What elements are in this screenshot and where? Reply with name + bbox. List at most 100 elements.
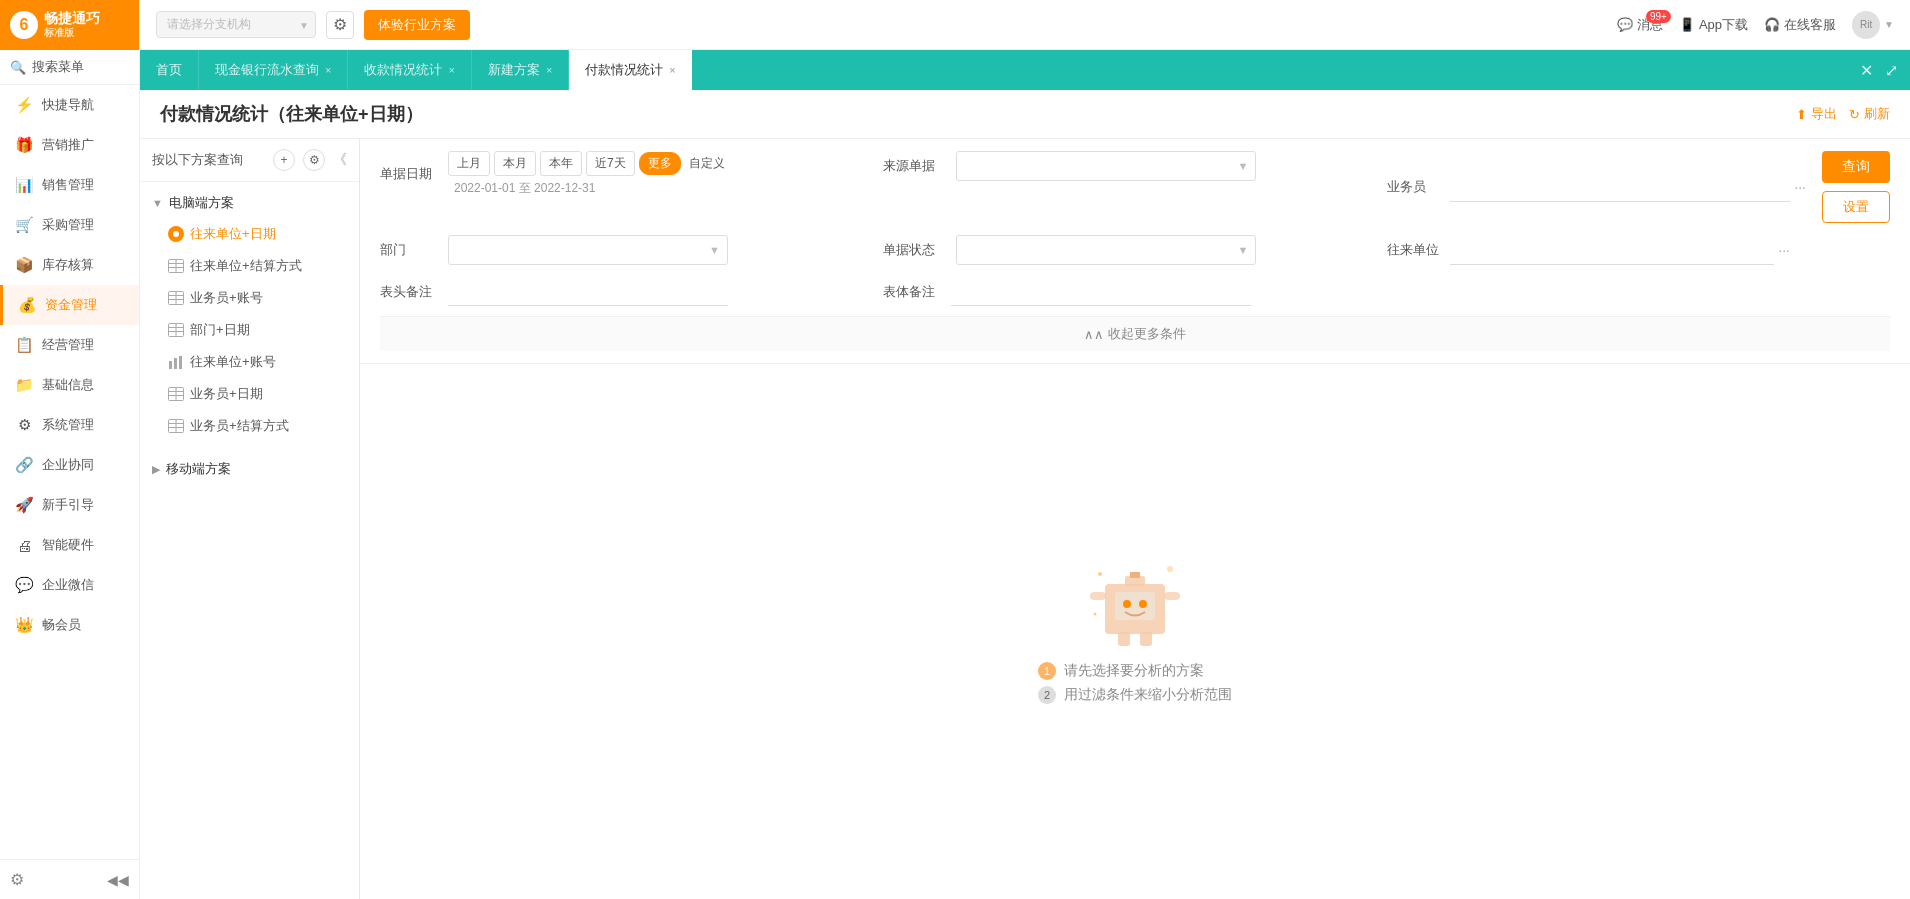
scheme-staff-date[interactable]: 业务员+日期	[140, 378, 359, 410]
date-btn-this-month[interactable]: 本月	[494, 151, 536, 176]
page-actions: ⬆ 导出 ↻ 刷新	[1796, 105, 1890, 123]
branch-selector[interactable]: 请选择分支机构 ▼	[156, 11, 316, 38]
date-btn-7days[interactable]: 近7天	[586, 151, 635, 176]
date-btn-last-month[interactable]: 上月	[448, 151, 490, 176]
setting-button[interactable]: 设置	[1822, 191, 1890, 223]
body-note-input[interactable]	[951, 284, 1251, 299]
empty-hints: 1 请先选择要分析的方案 2 用过滤条件来缩小分析范围	[1038, 662, 1232, 710]
sidebar-item-system[interactable]: ⚙ 系统管理	[0, 405, 139, 445]
staff-more-btn[interactable]: ···	[1794, 179, 1806, 195]
collapse-sidebar-icon[interactable]: ◀◀	[107, 872, 129, 888]
tab-home[interactable]: 首页	[140, 50, 199, 90]
tab-close-receipt[interactable]: ×	[448, 64, 454, 76]
refresh-label: 刷新	[1864, 105, 1890, 123]
app-download-button[interactable]: 📱 App下载	[1679, 16, 1748, 34]
tab-payment-stats[interactable]: 付款情况统计 ×	[569, 50, 691, 90]
sidebar-item-sales[interactable]: 📊 销售管理	[0, 165, 139, 205]
tab-cashflow[interactable]: 现金银行流水查询 ×	[199, 50, 348, 90]
sidebar-item-marketing[interactable]: 🎁 营销推广	[0, 125, 139, 165]
staff-label: 业务员	[1387, 178, 1442, 196]
quick-nav-icon: ⚡	[14, 95, 34, 115]
vip-icon: 👑	[14, 615, 34, 635]
refresh-button[interactable]: ↻ 刷新	[1849, 105, 1890, 123]
purchase-icon: 🛒	[14, 215, 34, 235]
sales-icon: 📊	[14, 175, 34, 195]
scheme-label: 业务员+结算方式	[190, 417, 289, 435]
collapse-more-button[interactable]: ∧∧ 收起更多条件	[380, 316, 1890, 351]
sidebar-logo: 6 畅捷通巧 标准版	[0, 0, 139, 50]
sidebar-item-purchase[interactable]: 🛒 采购管理	[0, 205, 139, 245]
page-title: 付款情况统计（往来单位+日期）	[160, 102, 423, 126]
online-service-label: 在线客服	[1784, 16, 1836, 34]
sidebar-nav: ⚡ 快捷导航 🎁 营销推广 📊 销售管理 🛒 采购管理 📦 库存核算 💰 资金管…	[0, 85, 139, 859]
trial-button[interactable]: 体验行业方案	[364, 10, 470, 40]
collapse-panel-button[interactable]: 《	[333, 151, 347, 169]
scheme-staff-account[interactable]: 业务员+账号	[140, 282, 359, 314]
svg-point-0	[173, 231, 179, 237]
user-menu[interactable]: Rit ▼	[1852, 11, 1894, 39]
scheme-table4-icon	[168, 386, 184, 402]
query-button[interactable]: 查询	[1822, 151, 1890, 183]
sidebar-item-inventory[interactable]: 📦 库存核算	[0, 245, 139, 285]
scheme-dept-date[interactable]: 部门+日期	[140, 314, 359, 346]
tab-close-new-scheme[interactable]: ×	[546, 64, 552, 76]
export-button[interactable]: ⬆ 导出	[1796, 105, 1837, 123]
desktop-group-toggle[interactable]: ▼ 电脑端方案	[140, 188, 359, 218]
service-icon: 🎧	[1764, 17, 1780, 32]
settings-button[interactable]: ⚙	[326, 11, 354, 39]
svg-point-35	[1167, 566, 1173, 572]
scheme-unit-account[interactable]: 往来单位+账号	[140, 346, 359, 378]
svg-rect-29	[1130, 572, 1140, 578]
enterprise-icon: 🔗	[14, 455, 34, 475]
source-selector[interactable]: ▼	[956, 151, 1256, 181]
sidebar-item-guide[interactable]: 🚀 新手引导	[0, 485, 139, 525]
mobile-group-toggle[interactable]: ▶ 移动端方案	[140, 454, 359, 484]
sidebar-item-wechat[interactable]: 💬 企业微信	[0, 565, 139, 605]
partner-input[interactable]	[1450, 243, 1755, 258]
scheme-unit-settle[interactable]: 往来单位+结算方式	[140, 250, 359, 282]
tab-receipt-stats[interactable]: 收款情况统计 ×	[348, 50, 471, 90]
topbar: 请选择分支机构 ▼ ⚙ 体验行业方案 💬 消息 99+ 📱 App下载 🎧 在线…	[140, 0, 1910, 50]
close-window-icon[interactable]: ✕	[1856, 59, 1877, 82]
page-header: 付款情况统计（往来单位+日期） ⬆ 导出 ↻ 刷新	[140, 90, 1910, 139]
right-content: 单据日期 上月 本月 本年 近7天 更多 自定义	[360, 139, 1910, 899]
scheme-unit-date[interactable]: 往来单位+日期	[140, 218, 359, 250]
sidebar-item-hardware[interactable]: 🖨 智能硬件	[0, 525, 139, 565]
arrow-right-icon: ▶	[152, 463, 160, 476]
svg-rect-13	[169, 361, 172, 369]
scheme-label: 业务员+账号	[190, 289, 263, 307]
status-dropdown-icon: ▼	[1237, 244, 1248, 256]
sidebar-item-quick-nav[interactable]: ⚡ 快捷导航	[0, 85, 139, 125]
sidebar-item-finance[interactable]: 💰 资金管理	[0, 285, 139, 325]
svg-rect-14	[174, 358, 177, 369]
doc-status-selector[interactable]: ▼	[956, 235, 1256, 265]
tab-close-payment[interactable]: ×	[669, 64, 675, 76]
dept-selector[interactable]: ▼	[448, 235, 728, 265]
settings-icon[interactable]: ⚙	[10, 870, 24, 889]
expand-icon[interactable]: ⤢	[1881, 59, 1902, 82]
scheme-table-icon	[168, 258, 184, 274]
date-btn-more[interactable]: 更多	[639, 152, 681, 175]
sidebar-item-operation[interactable]: 📋 经营管理	[0, 325, 139, 365]
sidebar-item-vip[interactable]: 👑 畅会员	[0, 605, 139, 645]
sidebar-item-label: 资金管理	[45, 296, 97, 314]
message-button[interactable]: 💬 消息 99+	[1617, 16, 1663, 34]
search-menu[interactable]: 🔍 搜索菜单	[0, 50, 139, 85]
sidebar-item-basic-info[interactable]: 📁 基础信息	[0, 365, 139, 405]
add-scheme-button[interactable]: +	[273, 149, 295, 171]
online-service-button[interactable]: 🎧 在线客服	[1764, 16, 1836, 34]
tab-new-scheme[interactable]: 新建方案 ×	[472, 50, 569, 90]
panel-icons: + ⚙ 《	[273, 149, 347, 171]
settings-scheme-button[interactable]: ⚙	[303, 149, 325, 171]
partner-more-btn[interactable]: ···	[1778, 242, 1790, 258]
staff-input[interactable]	[1450, 180, 1771, 195]
scheme-staff-settle[interactable]: 业务员+结算方式	[140, 410, 359, 442]
doc-status-label: 单据状态	[883, 241, 948, 259]
header-note-input[interactable]	[448, 284, 728, 299]
date-btn-this-year[interactable]: 本年	[540, 151, 582, 176]
tab-close-cashflow[interactable]: ×	[325, 64, 331, 76]
desktop-group-label: 电脑端方案	[169, 194, 234, 212]
operation-icon: 📋	[14, 335, 34, 355]
date-custom-label[interactable]: 自定义	[689, 155, 725, 172]
sidebar-item-enterprise[interactable]: 🔗 企业协同	[0, 445, 139, 485]
